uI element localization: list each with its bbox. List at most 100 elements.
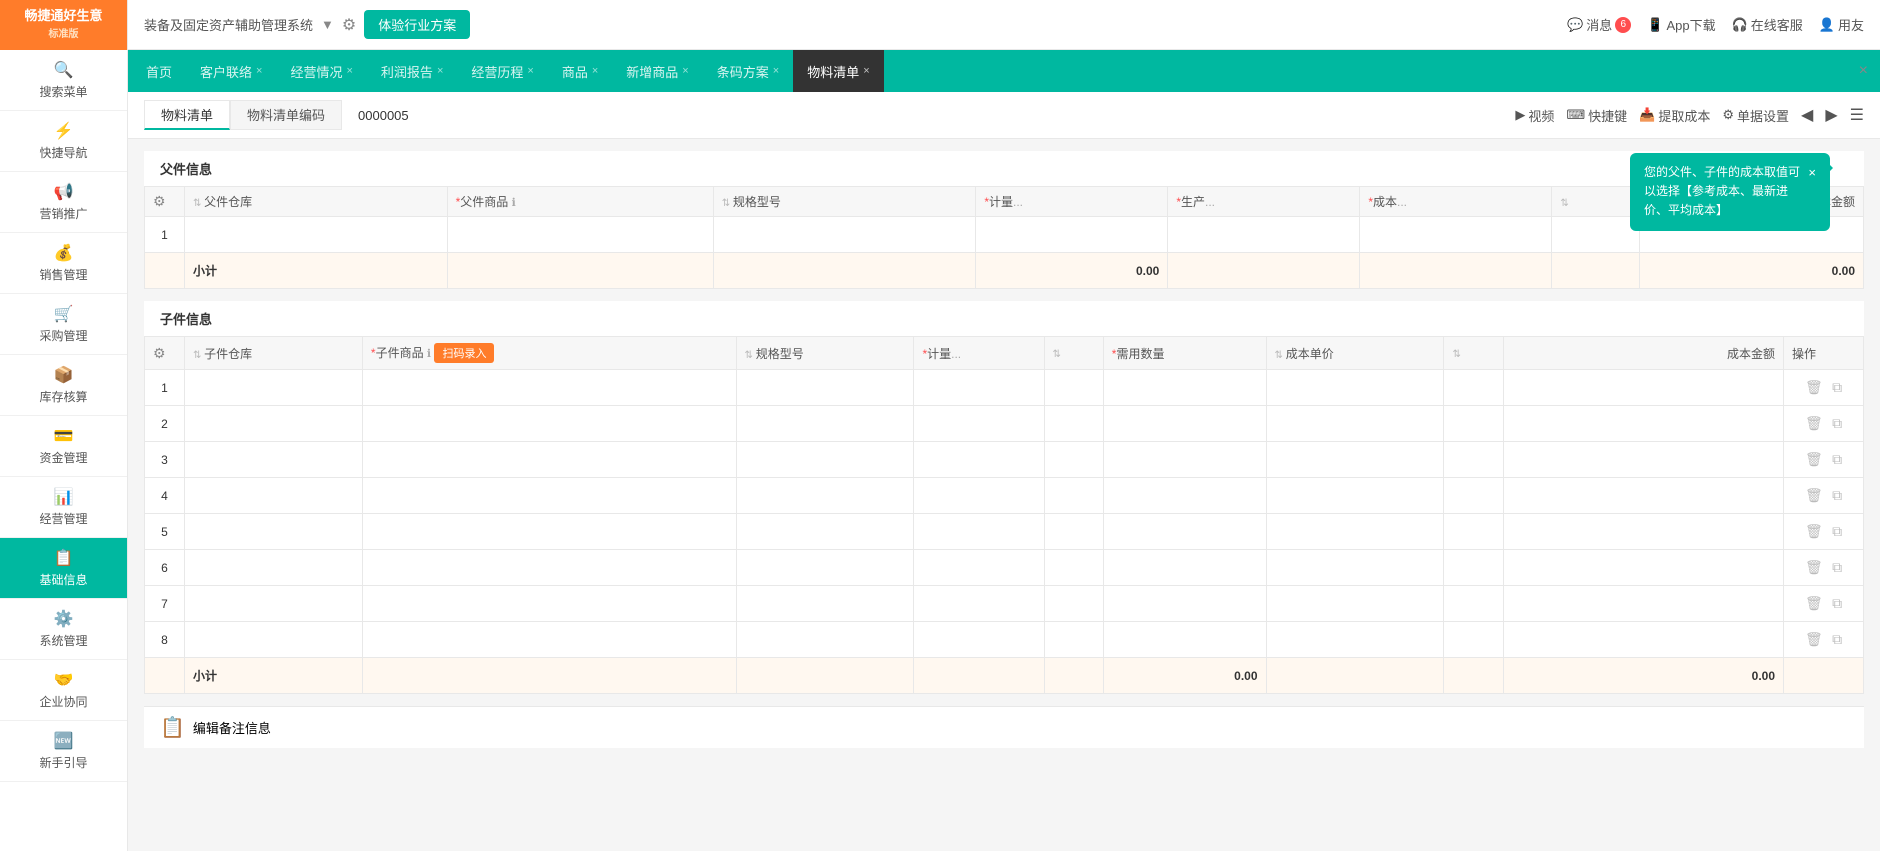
child-row-8-warehouse[interactable]: [185, 622, 363, 658]
action-extract-cost[interactable]: 📥 提取成本: [1639, 106, 1710, 125]
action-doc-settings[interactable]: ⚙ 单据设置: [1722, 106, 1789, 125]
child-row-7-qty[interactable]: [1103, 586, 1266, 622]
child-row-6-unit[interactable]: [914, 550, 1044, 586]
sidebar-item-sales[interactable]: 💰 销售管理: [0, 233, 127, 294]
child-row-4-copy-icon[interactable]: ⧉: [1832, 487, 1842, 503]
child-row-2-product[interactable]: [362, 406, 736, 442]
child-row-1-delete-icon[interactable]: 🗑: [1805, 379, 1823, 395]
child-row-6-spec[interactable]: [736, 550, 914, 586]
trial-button[interactable]: 体验行业方案: [364, 10, 470, 39]
tab-operation[interactable]: 经营情况 ×: [276, 50, 366, 92]
parent-row-1-warehouse[interactable]: [185, 217, 448, 253]
child-row-4-delete-icon[interactable]: 🗑: [1805, 487, 1823, 503]
child-row-8-unit-cost[interactable]: [1266, 622, 1444, 658]
child-row-8-copy-icon[interactable]: ⧉: [1832, 631, 1842, 647]
child-row-5-delete-icon[interactable]: 🗑: [1805, 523, 1823, 539]
tab-bom-close[interactable]: ×: [863, 65, 869, 77]
child-row-4-warehouse[interactable]: [185, 478, 363, 514]
sub-tab-code[interactable]: 物料清单编码: [230, 100, 342, 130]
child-row-2-unit-cost[interactable]: [1266, 406, 1444, 442]
child-row-4-product[interactable]: [362, 478, 736, 514]
child-row-6-warehouse[interactable]: [185, 550, 363, 586]
child-row-7-unit[interactable]: [914, 586, 1044, 622]
child-row-6-product[interactable]: [362, 550, 736, 586]
child-row-8-delete-icon[interactable]: 🗑: [1805, 631, 1823, 647]
action-shortcut[interactable]: ⌨ 快捷键: [1566, 106, 1627, 125]
child-row-5-unit-cost[interactable]: [1266, 514, 1444, 550]
tab-goods[interactable]: 商品 ×: [548, 50, 612, 92]
tab-goods-close[interactable]: ×: [592, 65, 598, 77]
tab-history-close[interactable]: ×: [527, 65, 533, 77]
child-row-1-product[interactable]: [362, 370, 736, 406]
child-row-6-qty[interactable]: [1103, 550, 1266, 586]
child-row-7-warehouse[interactable]: [185, 586, 363, 622]
child-row-2-delete-icon[interactable]: 🗑: [1805, 415, 1823, 431]
tab-history[interactable]: 经营历程 ×: [457, 50, 547, 92]
child-row-3-product[interactable]: [362, 442, 736, 478]
child-row-8-qty[interactable]: [1103, 622, 1266, 658]
close-all-tabs[interactable]: ×: [1851, 62, 1876, 80]
tab-customer-close[interactable]: ×: [256, 65, 262, 77]
sidebar-item-inventory[interactable]: 📦 库存核算: [0, 355, 127, 416]
child-row-5-unit[interactable]: [914, 514, 1044, 550]
child-row-5-qty[interactable]: [1103, 514, 1266, 550]
child-row-8-spec[interactable]: [736, 622, 914, 658]
child-row-4-unit[interactable]: [914, 478, 1044, 514]
sidebar-item-search[interactable]: 🔍 搜索菜单: [0, 50, 127, 111]
child-row-6-delete-icon[interactable]: 🗑: [1805, 559, 1823, 575]
tab-bom[interactable]: 物料清单 ×: [793, 50, 883, 92]
sidebar-item-base[interactable]: 📋 基础信息: [0, 538, 127, 599]
gear-settings-icon[interactable]: ⚙: [342, 15, 356, 35]
action-video[interactable]: ▶ 视频: [1515, 106, 1554, 125]
child-row-3-spec[interactable]: [736, 442, 914, 478]
sidebar-item-operation[interactable]: 📊 经营管理: [0, 477, 127, 538]
child-row-2-unit[interactable]: [914, 406, 1044, 442]
tooltip-close-btn[interactable]: ×: [1808, 163, 1816, 184]
sidebar-item-finance[interactable]: 💳 资金管理: [0, 416, 127, 477]
child-row-7-product[interactable]: [362, 586, 736, 622]
child-row-1-unit[interactable]: [914, 370, 1044, 406]
nav-prev-icon[interactable]: ◀: [1801, 105, 1813, 125]
child-row-4-qty[interactable]: [1103, 478, 1266, 514]
child-row-2-copy-icon[interactable]: ⧉: [1832, 415, 1842, 431]
child-row-2-qty[interactable]: [1103, 406, 1266, 442]
child-row-5-spec[interactable]: [736, 514, 914, 550]
sidebar-item-guide[interactable]: 🆕 新手引导: [0, 721, 127, 782]
child-row-4-unit-cost[interactable]: [1266, 478, 1444, 514]
child-row-7-copy-icon[interactable]: ⧉: [1832, 595, 1842, 611]
parent-row-1-produce[interactable]: [1168, 217, 1360, 253]
child-row-7-delete-icon[interactable]: 🗑: [1805, 595, 1823, 611]
child-row-8-product[interactable]: [362, 622, 736, 658]
child-row-3-delete-icon[interactable]: 🗑: [1805, 451, 1823, 467]
child-row-6-copy-icon[interactable]: ⧉: [1832, 559, 1842, 575]
parent-row-1-cost[interactable]: [1360, 217, 1552, 253]
child-row-3-unit-cost[interactable]: [1266, 442, 1444, 478]
grid-view-icon[interactable]: ☰: [1850, 105, 1864, 125]
app-download-link[interactable]: 📱 App下载: [1647, 15, 1715, 34]
parent-row-1-unit[interactable]: [976, 217, 1168, 253]
parent-row-1-product[interactable]: [447, 217, 713, 253]
nav-next-icon[interactable]: ▶: [1825, 105, 1837, 125]
child-row-5-warehouse[interactable]: [185, 514, 363, 550]
child-row-1-unit-cost[interactable]: [1266, 370, 1444, 406]
sidebar-item-marketing[interactable]: 📢 营销推广: [0, 172, 127, 233]
child-row-2-warehouse[interactable]: [185, 406, 363, 442]
child-row-7-unit-cost[interactable]: [1266, 586, 1444, 622]
child-row-3-qty[interactable]: [1103, 442, 1266, 478]
child-config-icon[interactable]: ⚙: [153, 345, 166, 361]
child-row-1-warehouse[interactable]: [185, 370, 363, 406]
child-row-7-spec[interactable]: [736, 586, 914, 622]
sidebar-item-quick-nav[interactable]: ⚡ 快捷导航: [0, 111, 127, 172]
child-row-4-spec[interactable]: [736, 478, 914, 514]
parent-config-icon[interactable]: ⚙: [153, 193, 166, 209]
tab-profit[interactable]: 利润报告 ×: [367, 50, 457, 92]
tab-barcode-close[interactable]: ×: [773, 65, 779, 77]
tab-home[interactable]: 首页: [132, 50, 186, 92]
dropdown-arrow-icon[interactable]: ▼: [321, 17, 334, 32]
child-row-5-copy-icon[interactable]: ⧉: [1832, 523, 1842, 539]
child-row-1-qty[interactable]: [1103, 370, 1266, 406]
child-row-1-copy-icon[interactable]: ⧉: [1832, 379, 1842, 395]
user-menu[interactable]: 👤 用友: [1819, 15, 1864, 34]
child-row-1-spec[interactable]: [736, 370, 914, 406]
tab-operation-close[interactable]: ×: [346, 65, 352, 77]
